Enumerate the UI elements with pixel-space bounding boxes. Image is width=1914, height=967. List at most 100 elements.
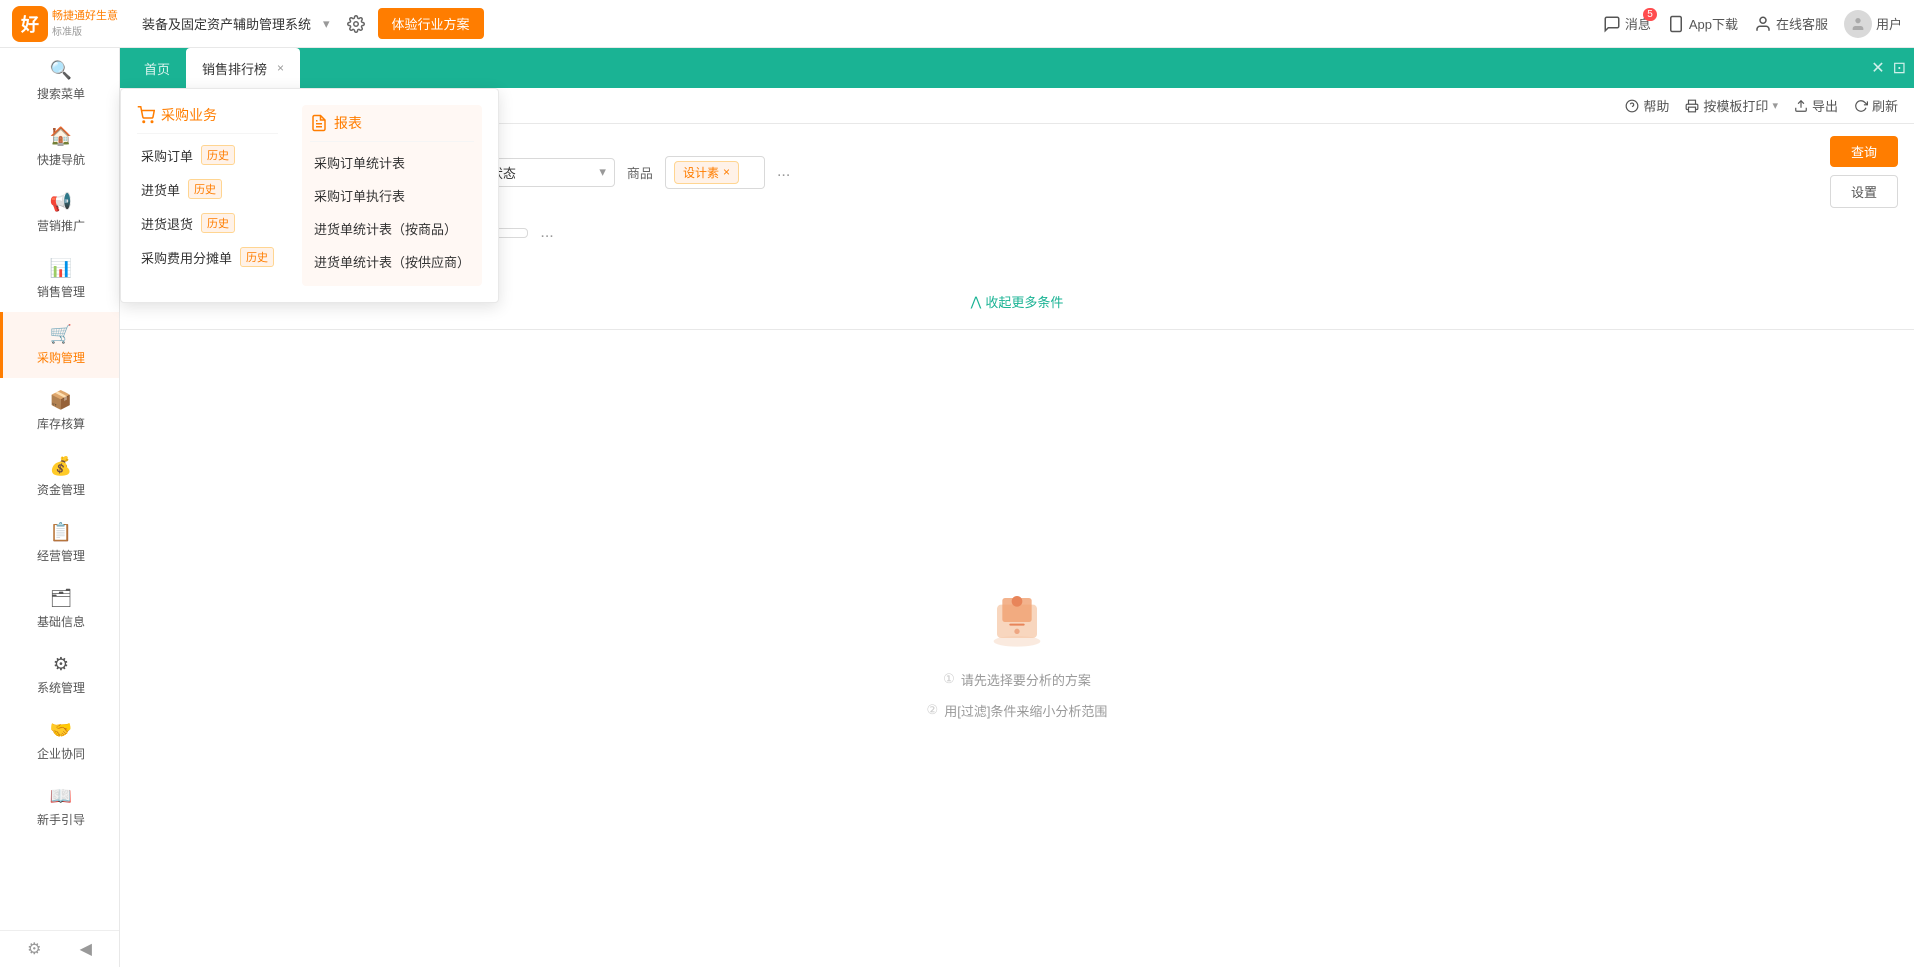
tab-expand-icon[interactable]: ⊡ (1893, 58, 1906, 78)
sidebar-item-enterprise-label: 企业协同 (37, 745, 85, 762)
sidebar-item-finance[interactable]: 💰 资金管理 (0, 444, 119, 510)
marketing-icon: 📢 (50, 192, 72, 213)
user-label: 用户 (1876, 14, 1902, 33)
tab-home[interactable]: 首页 (128, 48, 186, 88)
sidebar-item-finance-label: 资金管理 (37, 481, 85, 498)
dropdown-item-goods-return[interactable]: 进货退货 历史 (137, 206, 278, 240)
print-btn[interactable]: 按模板打印 ▾ (1685, 96, 1778, 115)
logo-text-area: 畅捷通好生意 标准版 (52, 9, 118, 38)
empty-tip1: ① 请先选择要分析的方案 (943, 670, 1091, 689)
message-btn[interactable]: 消息 5 (1603, 14, 1651, 33)
avatar (1844, 10, 1872, 38)
goods-stat-by-product-label: 进货单统计表（按商品） (314, 219, 457, 238)
dropdown-item-purchase-order[interactable]: 采购订单 历史 (137, 138, 278, 172)
sidebar-item-search-label: 搜索菜单 (37, 85, 85, 102)
top-bar-right: 消息 5 App下载 在线客服 用户 (1603, 10, 1902, 38)
goods-tag-close[interactable]: × (723, 165, 730, 179)
help-btn[interactable]: 帮助 (1625, 96, 1669, 115)
settings-icon[interactable] (342, 10, 370, 38)
tab-sales-rank[interactable]: 销售排行榜 × (186, 48, 300, 88)
dropdown-item-goods-stat-by-product[interactable]: 进货单统计表（按商品） (310, 212, 474, 245)
goods-stat-by-supplier-label: 进货单统计表（按供应商） (314, 252, 470, 271)
dropdown-item-goods-stat-by-supplier[interactable]: 进货单统计表（按供应商） (310, 245, 474, 278)
finance-icon: 💰 (50, 456, 72, 477)
query-btn[interactable]: 查询 (1830, 136, 1898, 167)
sidebar-bottom-settings[interactable]: ⚙ (27, 939, 41, 959)
settings-btn2[interactable]: 设置 (1830, 175, 1898, 208)
app-download-btn[interactable]: App下载 (1667, 14, 1738, 33)
sidebar-item-operation[interactable]: 📋 经营管理 (0, 510, 119, 576)
sidebar-item-inventory-label: 库存核算 (37, 415, 85, 432)
report-section-title: 报表 (310, 113, 474, 142)
purchase-order-label: 采购订单 (141, 146, 193, 165)
sidebar-item-guide[interactable]: 📖 新手引导 (0, 774, 119, 840)
guide-icon: 📖 (50, 786, 72, 807)
purchase-dropdown: 采购业务 采购订单 历史 进货单 历史 进货退货 历史 采购费用分摊单 历史 报… (120, 88, 499, 303)
dropdown-item-order-stat[interactable]: 采购订单统计表 (310, 146, 474, 179)
title-arrow-icon[interactable]: ▾ (323, 16, 330, 32)
content-main: ① 请先选择要分析的方案 ② 用[过滤]条件来缩小分析范围 (120, 330, 1914, 967)
sidebar-item-inventory[interactable]: 📦 库存核算 (0, 378, 119, 444)
goods-return-history: 历史 (201, 213, 235, 233)
tab-home-label: 首页 (144, 59, 170, 78)
collapse-icon: ⋀ (971, 294, 982, 310)
system-title: 装备及固定资产辅助管理系统 (142, 14, 311, 33)
voucher-status-arrow: ▾ (599, 164, 606, 180)
service-label: 在线客服 (1776, 14, 1828, 33)
online-service-btn[interactable]: 在线客服 (1754, 14, 1828, 33)
sidebar-item-enterprise[interactable]: 🤝 企业协同 (0, 708, 119, 774)
goods-tag-text: 设计素 (683, 164, 719, 181)
goods-return-label: 进货退货 (141, 214, 193, 233)
salesman-dots[interactable]: ... (540, 224, 553, 242)
sidebar: 🔍 搜索菜单 🏠 快捷导航 📢 营销推广 📊 销售管理 🛒 采购管理 📦 (0, 48, 120, 967)
purchase-section-icon (137, 106, 155, 124)
sidebar-item-marketing[interactable]: 📢 营销推广 (0, 180, 119, 246)
tab-sales-rank-label: 销售排行榜 (202, 59, 267, 78)
report-section: 报表 采购订单统计表 采购订单执行表 进货单统计表（按商品） 进货单统计表（按供… (302, 105, 482, 286)
logo-sub: 标准版 (52, 23, 118, 38)
empty-tip2: ② 用[过滤]条件来缩小分析范围 (927, 701, 1108, 720)
tab-close-icon[interactable]: × (277, 61, 284, 75)
user-btn[interactable]: 用户 (1844, 10, 1902, 38)
dropdown-item-purchase-expense[interactable]: 采购费用分摊单 历史 (137, 240, 278, 274)
purchase-section-title-text: 采购业务 (161, 105, 217, 125)
empty-illustration (977, 578, 1057, 658)
collapse-label: 收起更多条件 (985, 292, 1063, 311)
logo-text: 畅捷通好生意 (52, 9, 118, 23)
purchase-expense-label: 采购费用分摊单 (141, 248, 232, 267)
dropdown-item-order-exec[interactable]: 采购订单执行表 (310, 179, 474, 212)
refresh-btn[interactable]: 刷新 (1854, 96, 1898, 115)
sidebar-item-search[interactable]: 🔍 搜索菜单 (0, 48, 119, 114)
dropdown-item-goods-receipt[interactable]: 进货单 历史 (137, 172, 278, 206)
goods-input[interactable]: 设计素 × (665, 156, 765, 189)
tab-bar: 首页 销售排行榜 × ✕ ⊡ (120, 48, 1914, 88)
tab-bar-right: ✕ ⊡ (1871, 58, 1906, 78)
sidebar-bottom-collapse[interactable]: ◀ (80, 939, 92, 959)
sidebar-item-sales-label: 销售管理 (37, 283, 85, 300)
trial-btn[interactable]: 体验行业方案 (378, 8, 484, 39)
search-icon: 🔍 (50, 60, 72, 81)
sidebar-item-base[interactable]: 🗂 基础信息 (0, 576, 119, 642)
export-btn[interactable]: 导出 (1794, 96, 1838, 115)
tab-close-all-icon[interactable]: ✕ (1871, 58, 1884, 78)
order-exec-label: 采购订单执行表 (314, 186, 405, 205)
report-section-icon (310, 114, 328, 132)
logo-area: 好 畅捷通好生意 标准版 (12, 6, 130, 42)
report-section-title-text: 报表 (334, 113, 362, 133)
purchase-section: 采购业务 采购订单 历史 进货单 历史 进货退货 历史 采购费用分摊单 历史 (137, 105, 278, 286)
sidebar-item-purchase[interactable]: 🛒 采购管理 (0, 312, 119, 378)
message-badge: 5 (1643, 8, 1657, 21)
sidebar-item-quick[interactable]: 🏠 快捷导航 (0, 114, 119, 180)
base-icon: 🗂 (50, 588, 73, 609)
sidebar-item-base-label: 基础信息 (37, 613, 85, 630)
action-btns: 查询 设置 (1830, 136, 1898, 208)
sidebar-item-sales[interactable]: 📊 销售管理 (0, 246, 119, 312)
enterprise-icon: 🤝 (50, 720, 72, 741)
purchase-expense-history: 历史 (240, 247, 274, 267)
goods-tag: 设计素 × (674, 161, 739, 184)
sidebar-item-system[interactable]: ⚙ 系统管理 (0, 642, 119, 708)
sidebar-item-system-label: 系统管理 (37, 679, 85, 696)
operation-icon: 📋 (50, 522, 72, 543)
goods-dots[interactable]: ... (777, 163, 790, 181)
print-arrow-icon: ▾ (1772, 99, 1778, 112)
